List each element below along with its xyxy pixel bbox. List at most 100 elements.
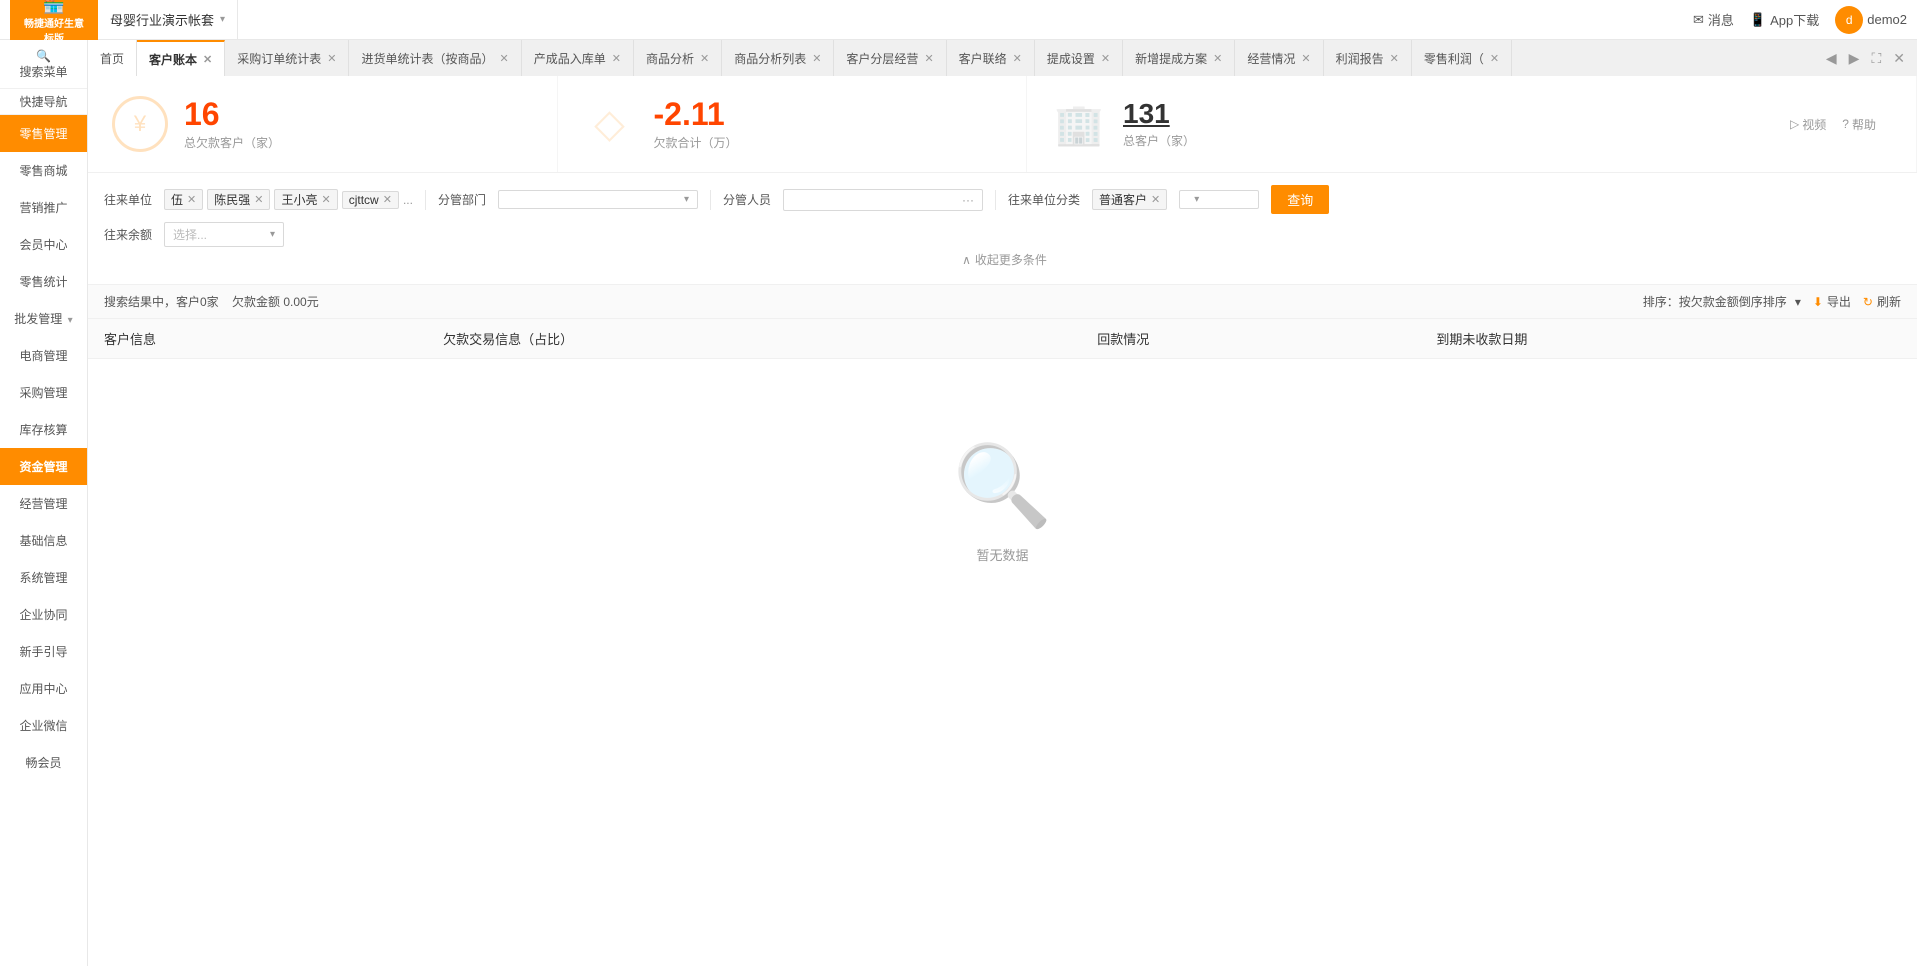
search-icon: 🔍: [36, 49, 51, 63]
stat-info-debt-customers: 16 总欠款客户（家）: [184, 98, 280, 151]
sidebar-quicknav-item[interactable]: 快捷导航: [0, 89, 87, 115]
sidebar-item-retail-mall[interactable]: 零售商城: [0, 152, 87, 189]
tab-new-raise[interactable]: 新增提成方案 ✕: [1123, 40, 1235, 76]
tab-close-produce-instock[interactable]: ✕: [612, 52, 621, 65]
tab-close-new-raise[interactable]: ✕: [1213, 52, 1222, 65]
collapse-button[interactable]: ∧ 收起更多条件: [104, 251, 1901, 268]
query-button[interactable]: 查询: [1271, 185, 1329, 214]
department-filter-label: 分管部门: [438, 191, 486, 208]
sidebar-item-purchase[interactable]: 采购管理: [0, 374, 87, 411]
filter-tag-cjttcw[interactable]: cjttcw ✕: [342, 191, 399, 209]
category-filter-label: 往来单位分类: [1008, 191, 1080, 208]
tab-close-raise-setting[interactable]: ✕: [1101, 52, 1110, 65]
filter-row-1: 往来单位 伍 ✕ 陈民强 ✕ 王小亮 ✕: [104, 185, 1901, 214]
message-button[interactable]: ✉ 消息: [1693, 10, 1734, 29]
category-select[interactable]: ▾: [1179, 190, 1259, 209]
company-selector[interactable]: 母婴行业演示帐套 ▾: [98, 0, 238, 40]
top-right-actions: ✉ 消息 📱 App下载 d demo2: [1693, 6, 1907, 34]
sidebar-item-operation[interactable]: 经营管理: [0, 485, 87, 522]
tab-next-button[interactable]: ▶: [1845, 48, 1864, 69]
stat-icon-yuan: ¥: [112, 96, 168, 152]
filter-tag-wangxiaoliang[interactable]: 王小亮 ✕: [274, 189, 337, 210]
sidebar-item-app-center[interactable]: 应用中心: [0, 670, 87, 707]
sort-arrow-icon: ▾: [1795, 295, 1801, 309]
filter-tag-wu[interactable]: 伍 ✕: [164, 189, 203, 210]
tab-home[interactable]: 首页: [88, 40, 137, 76]
sidebar-item-wholesale[interactable]: 批发管理 ▾: [0, 300, 87, 337]
sidebar-item-member[interactable]: 会员中心: [0, 226, 87, 263]
balance-select[interactable]: 选择... ▾: [164, 222, 284, 247]
tab-close-all-button[interactable]: ✕: [1889, 48, 1909, 69]
empty-state: 🔍 暂无数据: [88, 359, 1917, 644]
filter-divider-2: [710, 190, 711, 210]
tab-close-profit-report[interactable]: ✕: [1390, 52, 1399, 65]
avatar: d: [1835, 6, 1863, 34]
logo-text: 畅捷通好生意: [24, 15, 84, 30]
sidebar-item-basic-info[interactable]: 基础信息: [0, 522, 87, 559]
main-layout: 🔍 搜索菜单 快捷导航 零售管理 零售商城 营销推广 会员中心 零售统计 批发管…: [0, 40, 1917, 966]
remove-tag-wu[interactable]: ✕: [187, 193, 196, 206]
user-menu[interactable]: d demo2: [1835, 6, 1907, 34]
tab-close-instock-stat[interactable]: ✕: [500, 52, 509, 65]
sidebar-item-enterprise[interactable]: 企业协同: [0, 596, 87, 633]
video-help-button[interactable]: ▷ 视频: [1790, 116, 1826, 133]
sidebar-item-enterprise-wechat[interactable]: 企业微信: [0, 707, 87, 744]
filter-more-tags[interactable]: ...: [403, 193, 413, 207]
remove-tag-wangxiaoliang[interactable]: ✕: [322, 193, 331, 206]
tab-product-analysis-list[interactable]: 商品分析列表 ✕: [722, 40, 834, 76]
chevron-up-icon: ∧: [962, 253, 971, 267]
filter-tag-chenminqiang[interactable]: 陈民强 ✕: [207, 189, 270, 210]
sidebar-item-inventory[interactable]: 库存核算: [0, 411, 87, 448]
tab-close-product-analysis[interactable]: ✕: [700, 52, 709, 65]
tab-prev-button[interactable]: ◀: [1822, 48, 1841, 69]
app-download-button[interactable]: 📱 App下载: [1750, 10, 1819, 29]
sidebar-item-system[interactable]: 系统管理: [0, 559, 87, 596]
tab-instock-stat[interactable]: 进货单统计表（按商品） ✕: [349, 40, 521, 76]
stat-label-debt-amount: 欠款合计（万）: [654, 134, 738, 151]
tab-raise-setting[interactable]: 提成设置 ✕: [1035, 40, 1123, 76]
refresh-button[interactable]: ↻ 刷新: [1863, 293, 1901, 310]
tab-operation[interactable]: 经营情况 ✕: [1235, 40, 1323, 76]
sort-select[interactable]: 排序：按欠款金额倒序排序 ▾: [1643, 293, 1801, 310]
company-filter-tags: 伍 ✕ 陈民强 ✕ 王小亮 ✕ cjttcw ✕: [164, 189, 413, 210]
tab-customer-contact[interactable]: 客户联络 ✕: [947, 40, 1035, 76]
tab-customer-tier[interactable]: 客户分层经营 ✕: [834, 40, 946, 76]
department-select[interactable]: ▾: [498, 190, 698, 209]
sidebar-item-member-plus[interactable]: 畅会员: [0, 744, 87, 781]
tab-produce-instock[interactable]: 产成品入库单 ✕: [522, 40, 634, 76]
sidebar-item-retail[interactable]: 零售管理: [0, 115, 87, 152]
sidebar-search-item[interactable]: 🔍 搜索菜单: [0, 40, 87, 89]
tab-customer-account[interactable]: 客户账本 ✕: [137, 40, 225, 76]
help-button[interactable]: ? 帮助: [1842, 116, 1876, 133]
tab-close-operation[interactable]: ✕: [1301, 52, 1310, 65]
col-header-repayment: 回款情况: [1081, 319, 1420, 359]
stat-card-debt-amount: ◇ -2.11 欠款合计（万）: [558, 76, 1028, 172]
tab-retail-profit[interactable]: 零售利润（ ✕: [1412, 40, 1512, 76]
tab-purchase-order[interactable]: 采购订单统计表 ✕: [225, 40, 349, 76]
sidebar-item-finance[interactable]: 资金管理: [0, 448, 87, 485]
sidebar-item-retail-stat[interactable]: 零售统计: [0, 263, 87, 300]
person-dots[interactable]: ···: [962, 193, 974, 207]
tab-close-customer-account[interactable]: ✕: [203, 53, 212, 66]
tab-close-retail-profit[interactable]: ✕: [1490, 52, 1499, 65]
remove-tag-normal-customer[interactable]: ✕: [1151, 193, 1160, 206]
remove-tag-chenminqiang[interactable]: ✕: [254, 193, 263, 206]
sidebar-item-marketing[interactable]: 营销推广: [0, 189, 87, 226]
wholesale-arrow-icon: ▾: [68, 315, 73, 326]
sidebar-item-newbie[interactable]: 新手引导: [0, 633, 87, 670]
tab-profit-report[interactable]: 利润报告 ✕: [1324, 40, 1412, 76]
tab-maximize-button[interactable]: ⛶: [1867, 48, 1885, 69]
tab-close-product-analysis-list[interactable]: ✕: [812, 52, 821, 65]
filter-tag-normal-customer[interactable]: 普通客户 ✕: [1092, 189, 1167, 210]
tab-close-customer-contact[interactable]: ✕: [1013, 52, 1022, 65]
remove-tag-cjttcw[interactable]: ✕: [383, 193, 392, 206]
stat-icon-building: 🏢: [1051, 96, 1107, 152]
tab-product-analysis[interactable]: 商品分析 ✕: [634, 40, 722, 76]
download-icon: 📱: [1750, 12, 1766, 28]
person-select[interactable]: ···: [783, 189, 983, 211]
play-icon: ▷: [1790, 117, 1799, 131]
tab-close-purchase-order[interactable]: ✕: [327, 52, 336, 65]
export-button[interactable]: ⬇ 导出: [1813, 293, 1851, 310]
sidebar-item-ecommerce[interactable]: 电商管理: [0, 337, 87, 374]
tab-close-customer-tier[interactable]: ✕: [924, 52, 933, 65]
